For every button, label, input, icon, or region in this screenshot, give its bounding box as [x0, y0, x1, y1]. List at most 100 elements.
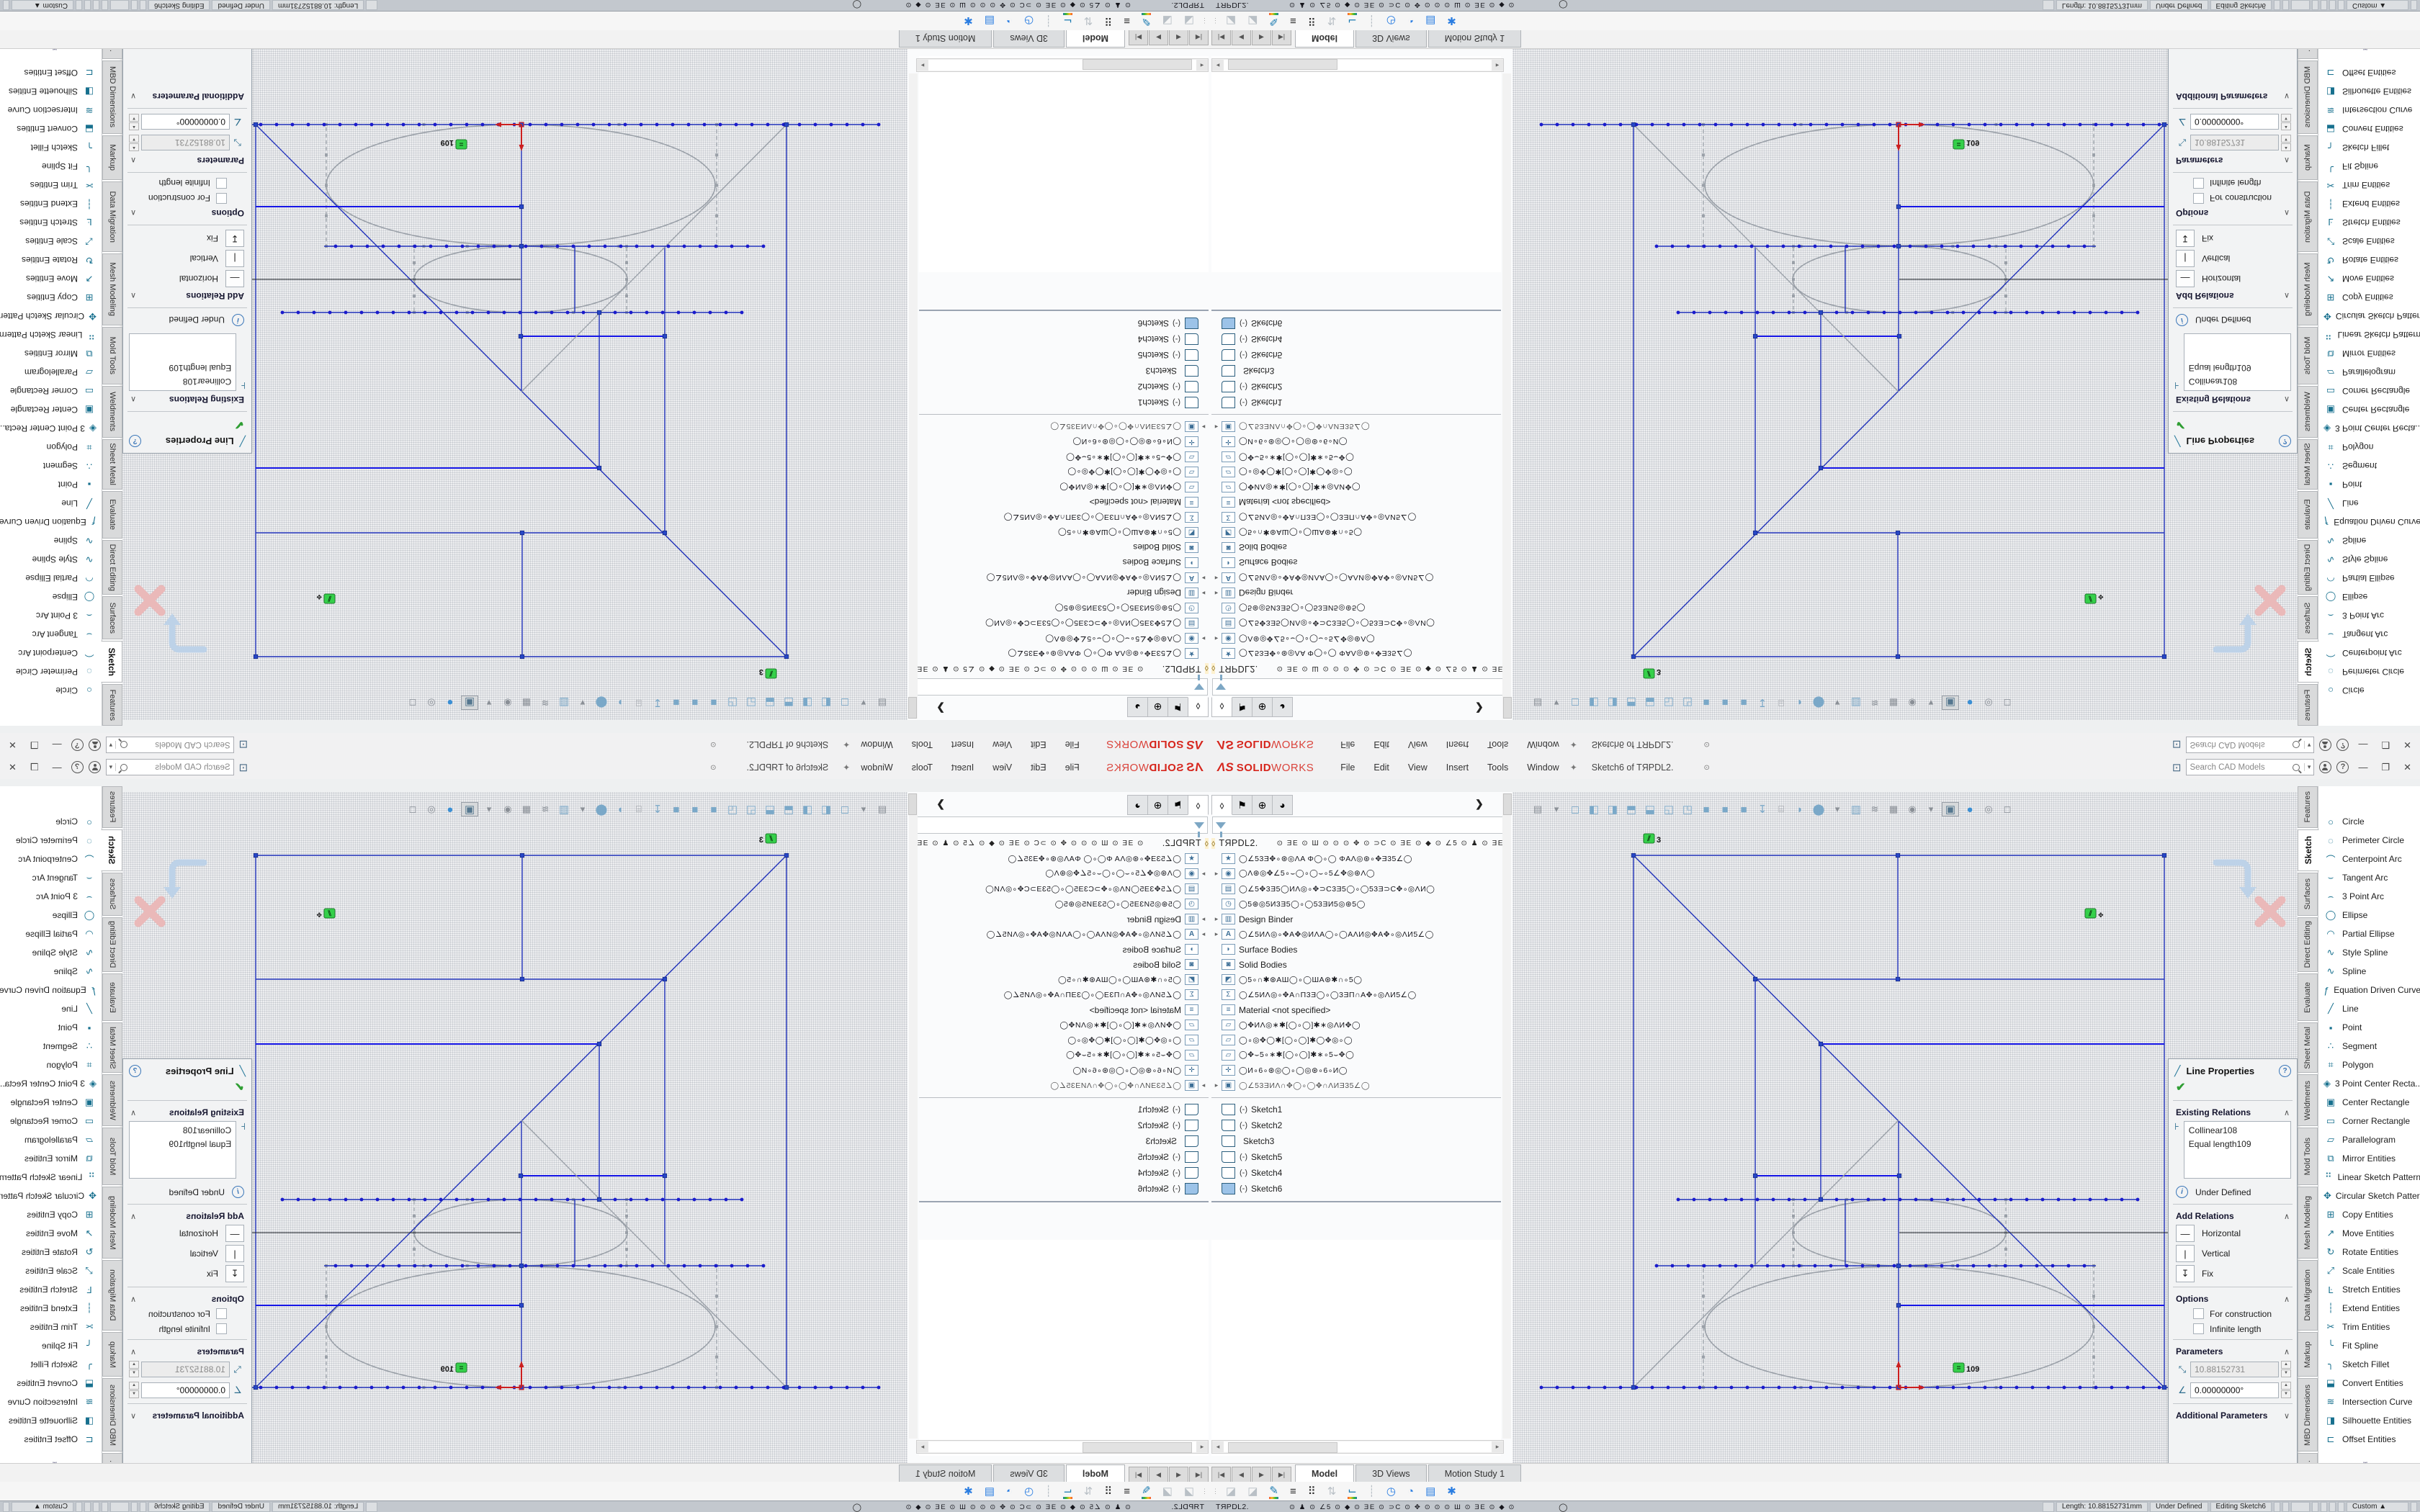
tool-item[interactable]: Ŀ Stretch Entities [2318, 213, 2420, 232]
tool-item[interactable]: ↗ Move Entities [0, 269, 102, 288]
tool-item[interactable]: ┆ Extend Entities [2318, 1299, 2420, 1318]
tool-item[interactable]: ∿ Style Spline [0, 943, 102, 962]
checkbox[interactable] [216, 1308, 227, 1319]
tree-item[interactable]: ▱ ◯✥ИΛ◎∗✱[◯∘◯]✱∗◎ΛИ✥◯ [1211, 480, 1501, 495]
tree-item[interactable]: ▸ ▣ ◯∠53ƎИΛ∩✥◯∘◯✥∩ΛИƎ35∠◯ [1211, 1078, 1501, 1093]
menu-item[interactable]: Window [851, 762, 902, 773]
spinner[interactable]: ▲▼ [2281, 114, 2291, 130]
toolbar-icon[interactable]: ◪ [1162, 14, 1173, 27]
sketch-item[interactable]: Sketch3 [1211, 1133, 1501, 1149]
relation-button-icon[interactable]: — [225, 270, 244, 287]
toolbar-icon[interactable]: ◷ [1024, 14, 1034, 27]
tool-item[interactable]: ◌ Perimeter Circle [2318, 662, 2420, 681]
tab-nav-icon[interactable]: ▶ [1149, 1467, 1168, 1482]
tool-item[interactable]: ∿ Spline [2318, 531, 2420, 550]
minimize-button[interactable]: — [2354, 739, 2372, 750]
tool-item[interactable]: ∿ Style Spline [0, 550, 102, 569]
tool-item[interactable]: ⤢ Scale Entities [0, 232, 102, 251]
relation-entry[interactable]: Collinear108 [2189, 374, 2286, 388]
panel-help-icon[interactable]: ? [2279, 1065, 2291, 1077]
toolbar-icon[interactable]: ⠿ [1308, 1485, 1316, 1498]
collapse-chevron-icon[interactable]: ∧ [2284, 1108, 2290, 1117]
tool-item[interactable]: ◈ 3 Point Center Recta... [2318, 1074, 2420, 1093]
toolbar-icon[interactable]: ⇅ [1084, 14, 1093, 27]
tool-item[interactable]: ⌢ 3 Point Arc [2318, 606, 2420, 625]
tree-item[interactable]: ★ ◯∠53Ǝ✥∘⊛◎ΛA Φ◯∘◯ ΦAΛ◎⊛∘✥Ǝ35∠◯ [919, 646, 1209, 661]
tree-item[interactable]: ▸ A ◯∠5ИΛ◎∘✥A✥◎ИΛA◯∘◯AΛИ◎✥A✥∘◎ΛИ5∠◯ [1211, 570, 1501, 585]
relation-button-icon[interactable]: — [2176, 1225, 2195, 1242]
commandmanager-tab[interactable]: Mold Tools [102, 327, 122, 384]
panel-tab[interactable]: ⬨ [1211, 697, 1232, 717]
toolbar-icon[interactable]: ◪ [1226, 1485, 1236, 1498]
relation-button-icon[interactable]: ↧ [225, 230, 244, 247]
panel-help-icon[interactable]: ? [129, 435, 141, 447]
tree-item[interactable]: ◩ ◯5∘∩✱⊛AШ◯∘◯ШA⊛✱∩∘5◯ [1211, 972, 1501, 987]
panel-tab[interactable]: ⬨ [1188, 795, 1209, 815]
tab-nav-icon[interactable]: |◀ [1189, 1467, 1209, 1482]
collapse-chevron-icon[interactable]: ∧ [130, 1212, 136, 1221]
toolbar-icon[interactable]: ◪ [1247, 14, 1258, 27]
menu-item[interactable]: View [1399, 762, 1437, 773]
commandmanager-tab[interactable]: Sheet Metal [102, 1022, 122, 1073]
tool-item[interactable]: ▭ Corner Rectangle [0, 382, 102, 400]
tool-item[interactable]: ◨ Silhouette Entities [2318, 1411, 2420, 1430]
commandmanager-tab[interactable]: Sheet Metal [2298, 439, 2318, 490]
commandmanager-tab[interactable]: Markup [102, 1332, 122, 1377]
commandmanager-tab[interactable]: Surfaces [2298, 873, 2318, 916]
rollback-bar[interactable] [919, 1201, 1209, 1202]
tool-item[interactable]: ◠ Partial Ellipse [2318, 924, 2420, 943]
tool-item[interactable]: ▪ Point [2318, 475, 2420, 494]
pin-icon[interactable]: ✦ [843, 739, 850, 750]
tool-item[interactable]: ╰ Fit Spline [2318, 1336, 2420, 1355]
panel-tab[interactable]: ⊕ [1252, 697, 1273, 717]
tool-item[interactable]: ∿ Style Spline [2318, 550, 2420, 569]
tool-item[interactable]: ◯ Ellipse [0, 588, 102, 606]
tree-filter-input[interactable] [915, 678, 1208, 696]
panel-tab[interactable]: ⚑ [1168, 697, 1188, 717]
checkbox[interactable] [2193, 193, 2204, 204]
tool-item[interactable]: ⊏ Offset Entities [0, 63, 102, 82]
tool-item[interactable]: ≋ Intersection Curve [2318, 101, 2420, 120]
toolbar-icon[interactable]: ┊ [1368, 14, 1375, 27]
tree-item[interactable]: ◷ ◯5⊛◎5И3Ǝ5◯∘◯53ƎИ5◎⊛5◯ [919, 600, 1209, 616]
toolbar-icon[interactable]: ✎ [1269, 14, 1278, 29]
spinner[interactable]: ▲▼ [129, 114, 139, 130]
tool-item[interactable]: ∴ Segment [0, 456, 102, 475]
tree-horizontal-scrollbar[interactable]: ◂ ▸ [1211, 58, 1504, 72]
tool-item[interactable]: ⬓ Convert Entities [0, 120, 102, 138]
commandmanager-tab[interactable]: Sheet Metal [102, 439, 122, 490]
tool-item[interactable]: ↗ Move Entities [2318, 1224, 2420, 1243]
pin-icon[interactable]: ✦ [1570, 762, 1577, 773]
relation-button-icon[interactable]: ↧ [2176, 1265, 2195, 1282]
tree-item[interactable]: ◷ ◯5⊛◎5И3Ǝ5◯∘◯53ƎИ5◎⊛5◯ [1211, 896, 1501, 912]
collapse-chevron-icon[interactable]: ∧ [2284, 1295, 2290, 1304]
commandmanager-tab[interactable]: Features [2298, 786, 2318, 828]
tool-item[interactable]: Ŀ Stretch Entities [0, 213, 102, 232]
tool-item[interactable]: ╱ Line [0, 494, 102, 513]
scroll-left-icon[interactable]: ◂ [1212, 1441, 1224, 1452]
tab-nav-icon[interactable]: ▶| [1129, 30, 1148, 45]
tool-item[interactable]: ╮ Sketch Fillet [2318, 138, 2420, 157]
commandmanager-tab[interactable]: Mesh Modeling [2298, 253, 2318, 325]
tool-item[interactable]: ↻ Rotate Entities [2318, 251, 2420, 269]
toolbar-icon[interactable]: ✱ [964, 14, 973, 27]
tool-item[interactable]: ⠛ Linear Sketch Pattern [0, 1168, 102, 1187]
relation-button[interactable]: —Horizontal [123, 1223, 251, 1243]
tool-item[interactable]: ◈ 3 Point Center Recta... [0, 1074, 102, 1093]
flyout-expand-icon[interactable]: ❯ [1475, 702, 1484, 714]
search-input[interactable]: Search CAD Models ▾ [106, 737, 234, 753]
doc-tab[interactable]: Motion Study 1 [1428, 30, 1521, 48]
relation-button[interactable]: —Horizontal [2169, 269, 2297, 289]
tool-item[interactable]: ⌗ Polygon [0, 438, 102, 456]
tool-item[interactable]: ↗ Move Entities [2318, 269, 2420, 288]
restore-button[interactable]: ❐ [26, 762, 43, 773]
flyout-expand-icon[interactable]: ❯ [1475, 798, 1484, 810]
commandmanager-tab[interactable]: Sheet Metal [2298, 1022, 2318, 1073]
collapse-chevron-icon[interactable]: ∧ [2284, 209, 2290, 218]
tool-item[interactable]: ≋ Intersection Curve [0, 101, 102, 120]
menu-item[interactable]: View [983, 762, 1021, 773]
commandmanager-tab[interactable]: Sketch [2298, 829, 2319, 871]
relations-listbox[interactable]: Collinear108Equal length109 [2184, 1121, 2291, 1179]
relation-button-icon[interactable]: | [225, 250, 244, 267]
tool-item[interactable]: ◯ Ellipse [2318, 906, 2420, 924]
